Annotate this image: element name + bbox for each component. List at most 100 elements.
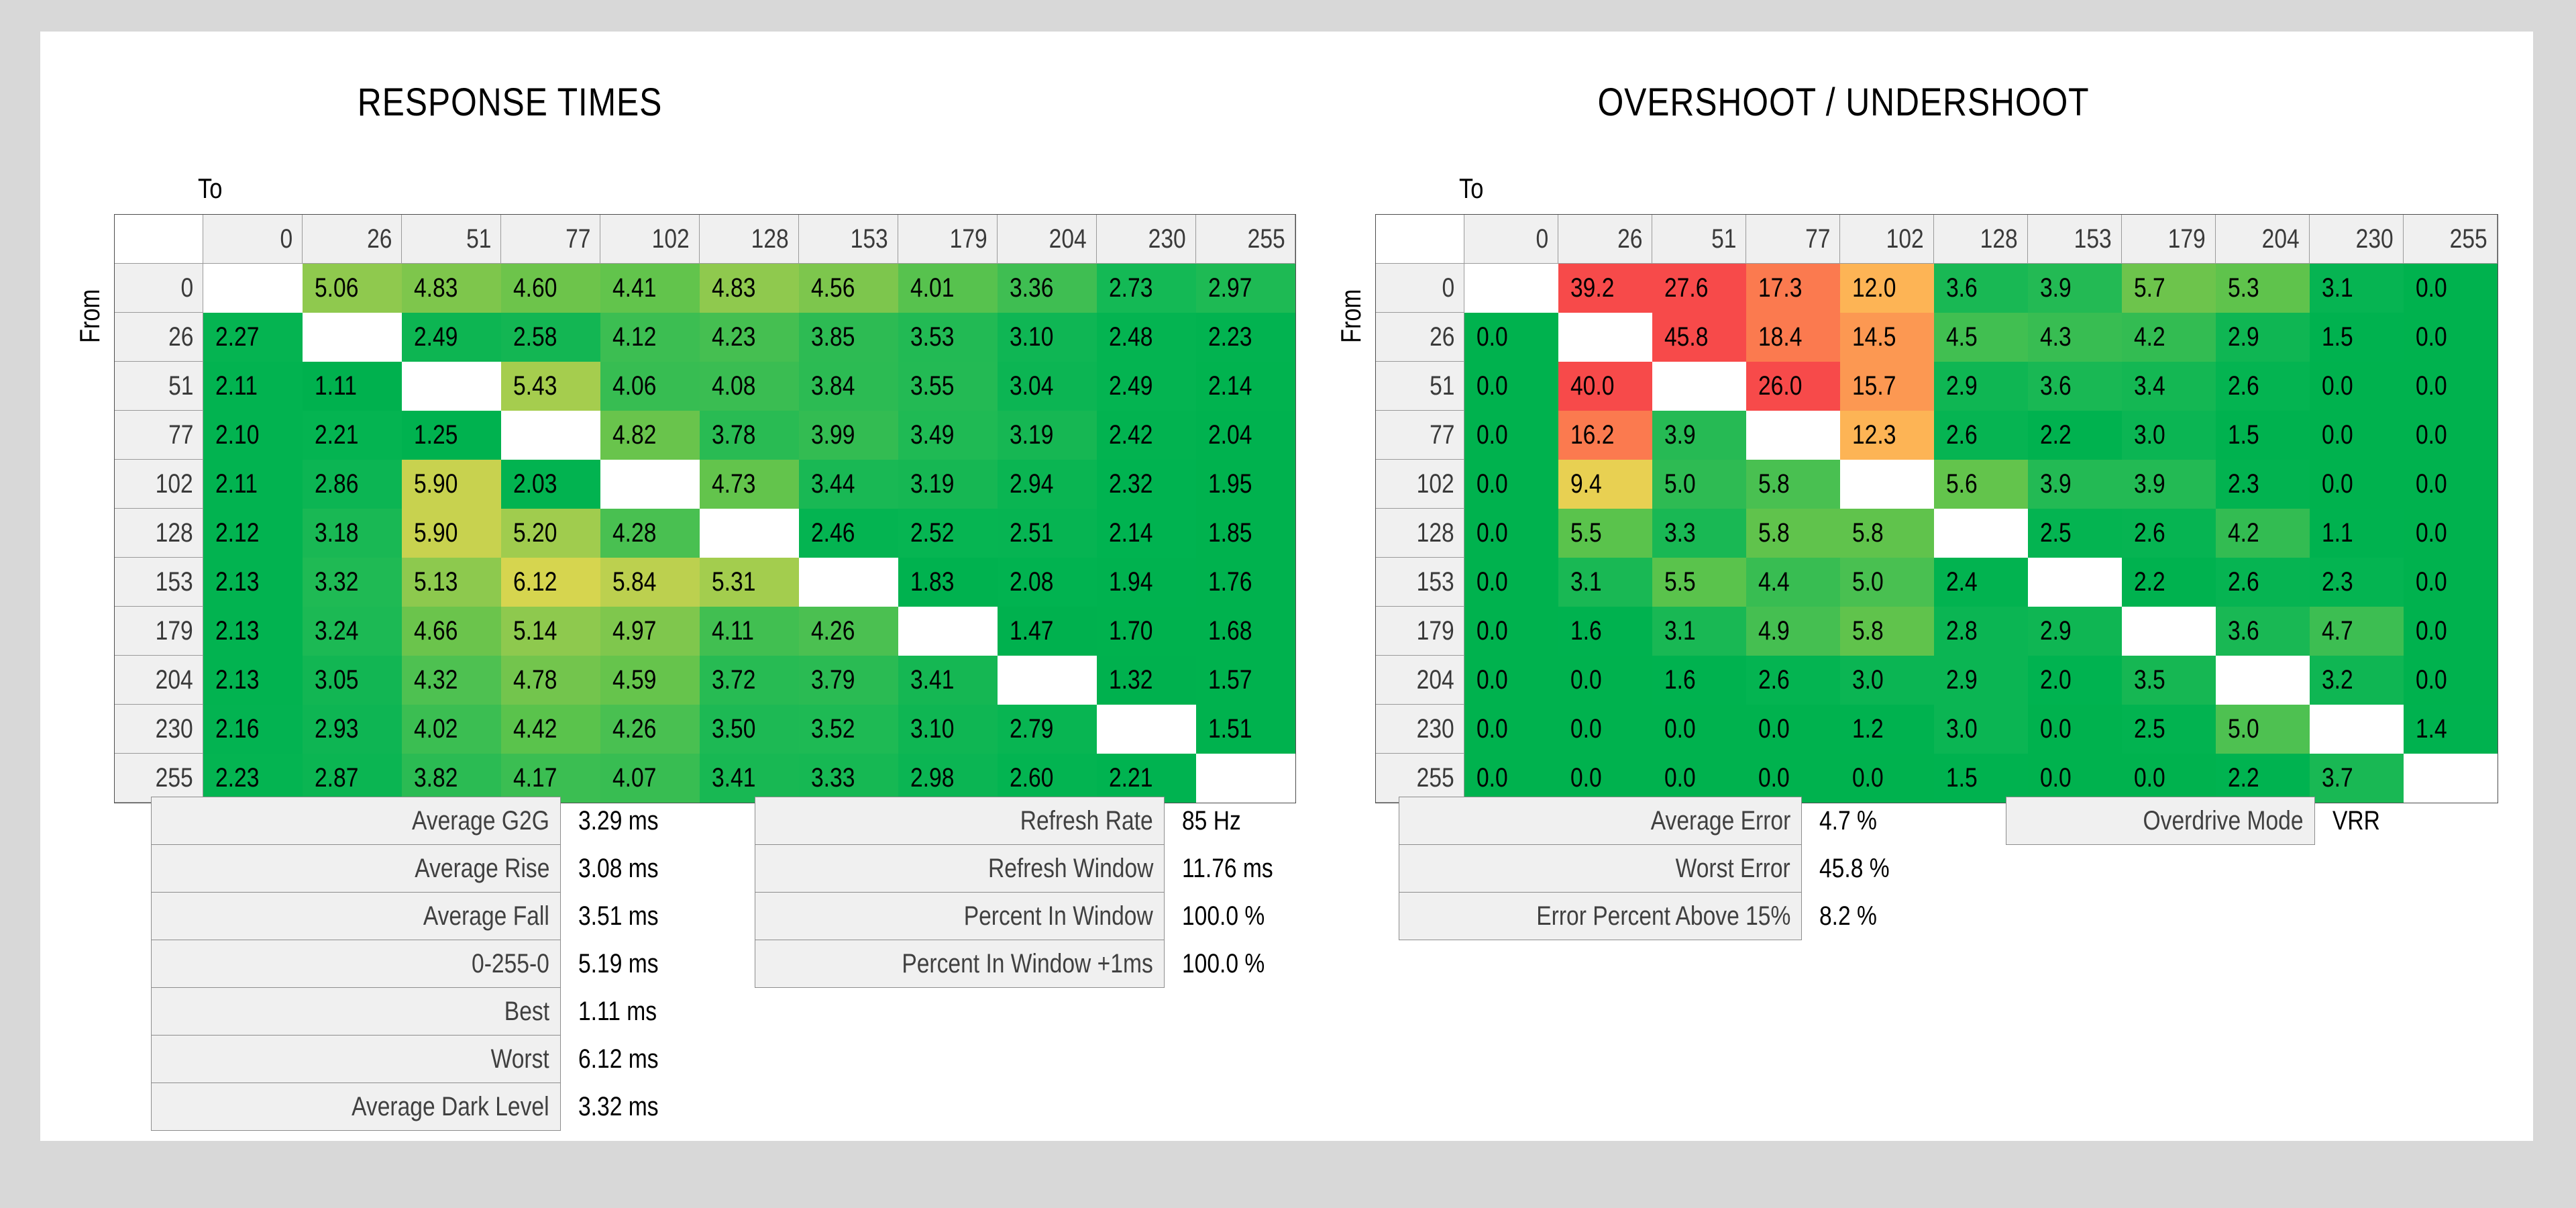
- overshoot-cell: 2.2: [2121, 557, 2216, 607]
- refresh-stat-label: Percent In Window: [755, 892, 1165, 940]
- response-stat-label: Best: [151, 987, 561, 1036]
- overshoot-row: 51 0.0 40.0 26.0 15.7 2.9 3.6 3.4 2.6 0.0 0.0: [1375, 361, 2498, 411]
- overshoot-cell: 0.0: [2403, 508, 2498, 558]
- overshoot-cell: 5.0: [1652, 459, 1746, 509]
- overshoot-col-header: 102: [1839, 214, 1934, 264]
- response-cell: 1.25: [401, 410, 501, 460]
- overshoot-cell: 26.0: [1746, 361, 1840, 411]
- response-cell: 2.73: [1096, 263, 1196, 313]
- overshoot-cell: 4.3: [2027, 312, 2122, 362]
- response-summary-table: Average G2G 3.29 ms Average Rise 3.08 ms Ave…: [151, 797, 715, 1131]
- overshoot-cell: 4.9: [1746, 606, 1840, 656]
- overshoot-col-header: 255: [2403, 214, 2498, 264]
- overshoot-cell: 5.0: [2215, 704, 2310, 754]
- response-corner: [115, 215, 203, 264]
- response-cell: 3.18: [302, 508, 402, 558]
- response-cell: 3.82: [401, 753, 501, 803]
- response-cell: 2.23: [1195, 312, 1295, 362]
- overshoot-cell: 0.0: [1558, 753, 1652, 803]
- overshoot-cell: 0.0: [2403, 410, 2498, 460]
- overshoot-row-header: 230: [1375, 704, 1464, 754]
- overshoot-cell: 3.0: [2121, 410, 2216, 460]
- refresh-stat-value: 100.0 %: [1182, 948, 1265, 978]
- overshoot-cell: 5.5: [1652, 557, 1746, 607]
- overshoot-cell: 0.0: [2027, 753, 2122, 803]
- overshoot-cell: 4.2: [2215, 508, 2310, 558]
- overshoot-cell: 3.0: [1933, 704, 2028, 754]
- overshoot-cell: 0.0: [2027, 704, 2122, 754]
- response-cell-empty: [898, 606, 998, 656]
- overshoot-cell: 0.0: [2403, 312, 2498, 362]
- refresh-stat-value: 100.0 %: [1182, 901, 1265, 931]
- overshoot-row-header: 26: [1375, 312, 1464, 362]
- response-stat-row: Average G2G 3.29 ms: [151, 797, 715, 845]
- overshoot-cell: 2.6: [2121, 508, 2216, 558]
- response-row-header: 153: [114, 557, 203, 607]
- overdrive-stat-row: Overdrive Mode VRR: [2006, 797, 2449, 845]
- response-cell: 4.01: [898, 263, 998, 313]
- response-stat-value: 3.08 ms: [578, 853, 659, 883]
- overshoot-cell: 27.6: [1652, 263, 1746, 313]
- overshoot-cell: 3.4: [2121, 361, 2216, 411]
- overshoot-row: 77 0.0 16.2 3.9 12.3 2.6 2.2 3.0 1.5 0.0 0.0: [1375, 410, 2498, 460]
- response-cell: 2.23: [203, 753, 303, 803]
- overshoot-cell: 3.9: [2027, 459, 2122, 509]
- response-row-header: 51: [114, 361, 203, 411]
- response-cell: 2.58: [500, 312, 600, 362]
- response-cell: 1.94: [1096, 557, 1196, 607]
- overshoot-cell: 3.3: [1652, 508, 1746, 558]
- response-cell: 4.17: [500, 753, 600, 803]
- overshoot-cell: 0.0: [1464, 655, 1558, 705]
- response-row: 230 2.16 2.93 4.02 4.42 4.26 3.50 3.52 3.10 2.79 1…: [114, 704, 1295, 754]
- response-cell: 3.72: [699, 655, 799, 705]
- overshoot-cell: 3.1: [1558, 557, 1652, 607]
- response-stat-row: 0-255-0 5.19 ms: [151, 940, 715, 988]
- overshoot-cell: 2.6: [2215, 361, 2310, 411]
- overshoot-cell: 2.0: [2027, 655, 2122, 705]
- overshoot-cell: 3.2: [2309, 655, 2404, 705]
- overshoot-cell: 2.9: [2215, 312, 2310, 362]
- response-stat-row: Average Dark Level 3.32 ms: [151, 1083, 715, 1131]
- response-cell-empty: [997, 655, 1097, 705]
- response-cell: 3.24: [302, 606, 402, 656]
- response-cell: 1.47: [997, 606, 1097, 656]
- overshoot-cell: 0.0: [1464, 704, 1558, 754]
- overshoot-cell: 1.6: [1558, 606, 1652, 656]
- overshoot-cell: 0.0: [1652, 753, 1746, 803]
- response-to-axis-label: To: [198, 172, 223, 204]
- response-cell: 2.48: [1096, 312, 1196, 362]
- overshoot-row-header: 153: [1375, 557, 1464, 607]
- response-times-matrix: 0 26 51 77 102 128 153 179 204 230 255 0 5.06 4.83 4.6…: [113, 213, 1296, 803]
- response-cell: 4.78: [500, 655, 600, 705]
- response-row: 26 2.27 2.49 2.58 4.12 4.23 3.85 3.53 3.10 2.48 2.…: [114, 312, 1295, 362]
- response-cell: 1.32: [1096, 655, 1196, 705]
- overshoot-row: 128 0.0 5.5 3.3 5.8 5.8 2.5 2.6 4.2 1.1 0.0: [1375, 508, 2498, 558]
- overshoot-cell: 39.2: [1558, 263, 1652, 313]
- overdrive-mode-table: Overdrive Mode VRR: [2006, 797, 2449, 845]
- response-row: 128 2.12 3.18 5.90 5.20 4.28 2.46 2.52 2.51 2.14 1…: [114, 508, 1295, 558]
- response-cell: 4.32: [401, 655, 501, 705]
- response-cell: 2.13: [203, 655, 303, 705]
- response-stat-value: 3.29 ms: [578, 805, 659, 836]
- error-stat-row: Average Error 4.7 %: [1399, 797, 1936, 845]
- overshoot-cell: 1.1: [2309, 508, 2404, 558]
- response-cell: 5.13: [401, 557, 501, 607]
- response-cell: 5.31: [699, 557, 799, 607]
- overshoot-cell: 1.5: [1933, 753, 2028, 803]
- overshoot-cell-empty: [1933, 508, 2028, 558]
- response-cell-empty: [1195, 753, 1295, 803]
- overshoot-cell: 40.0: [1558, 361, 1652, 411]
- response-cell: 5.90: [401, 459, 501, 509]
- refresh-stat-row: Refresh Window 11.76 ms: [755, 844, 1319, 893]
- response-cell: 4.28: [600, 508, 700, 558]
- response-cell: 2.87: [302, 753, 402, 803]
- overshoot-cell: 3.7: [2309, 753, 2404, 803]
- response-row-header: 255: [114, 753, 203, 803]
- overshoot-corner: [1376, 215, 1464, 264]
- overshoot-cell: 0.0: [1464, 508, 1558, 558]
- response-stat-label: Worst: [151, 1035, 561, 1083]
- overshoot-cell-empty: [2215, 655, 2310, 705]
- response-row-header: 0: [114, 263, 203, 313]
- overshoot-cell: 5.8: [1746, 459, 1840, 509]
- response-col-header: 204: [997, 214, 1097, 264]
